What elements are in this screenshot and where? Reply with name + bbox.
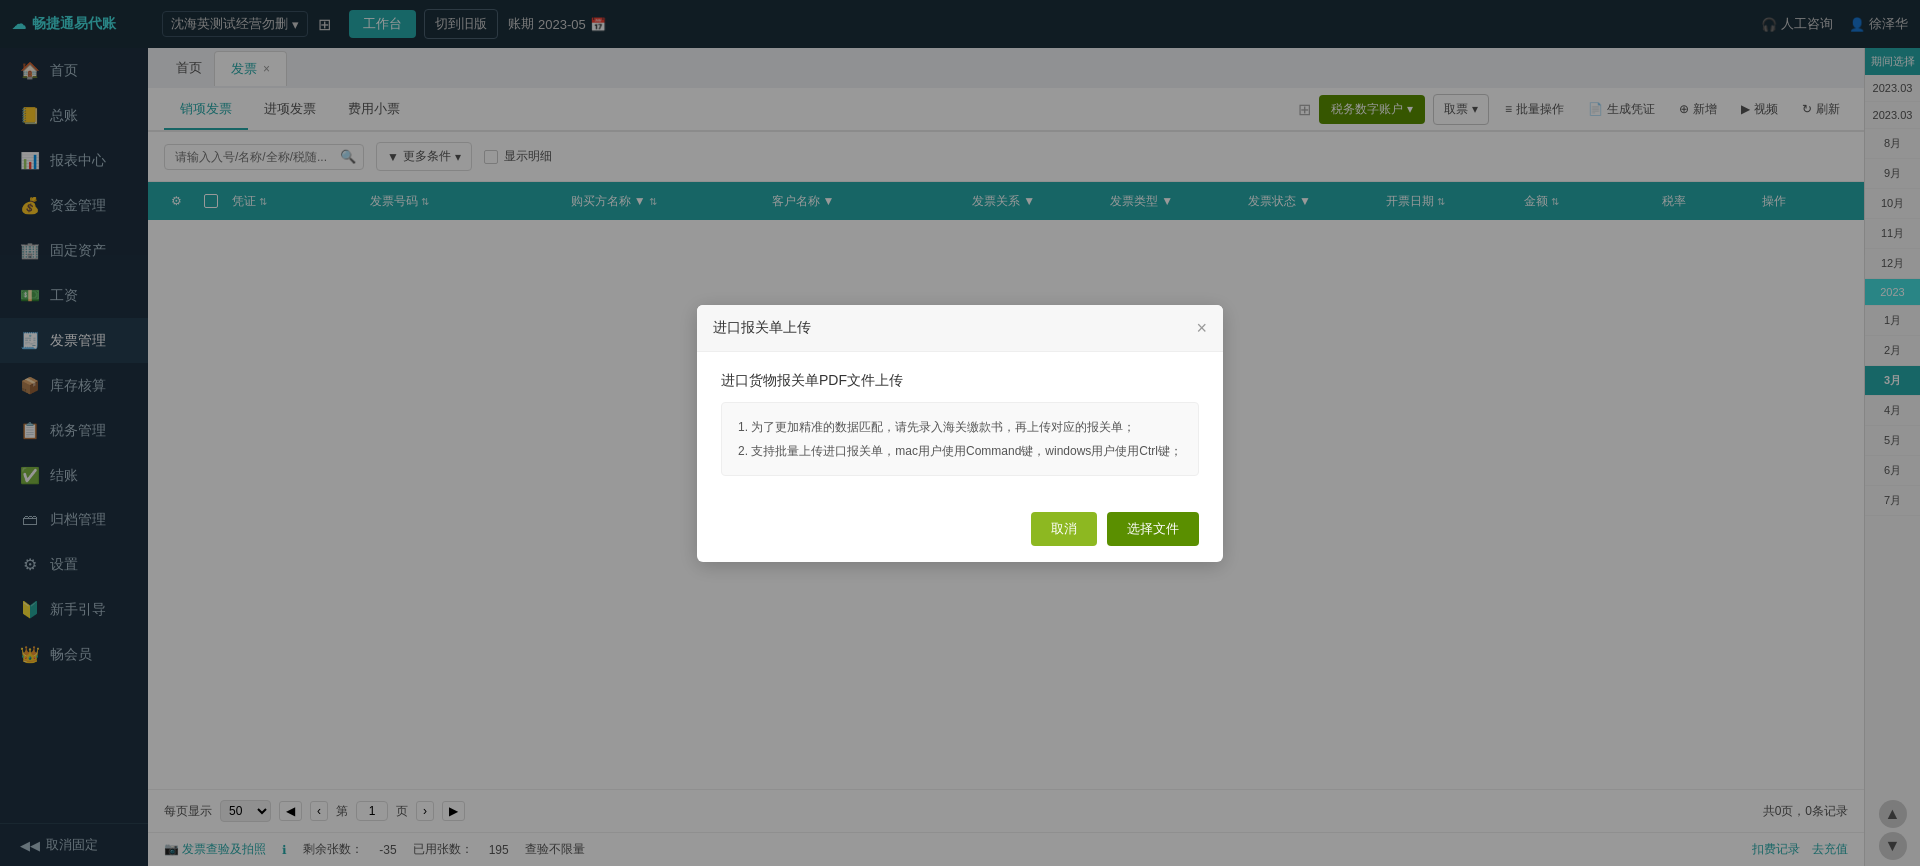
modal-close-button[interactable]: × bbox=[1197, 319, 1208, 337]
import-modal: 进口报关单上传 × 进口货物报关单PDF文件上传 1. 为了更加精准的数据匹配，… bbox=[697, 305, 1223, 562]
modal-select-file-button[interactable]: 选择文件 bbox=[1107, 512, 1199, 546]
modal-body: 进口货物报关单PDF文件上传 1. 为了更加精准的数据匹配，请先录入海关缴款书，… bbox=[697, 352, 1223, 496]
modal-footer: 取消 选择文件 bbox=[697, 496, 1223, 562]
modal-cancel-button[interactable]: 取消 bbox=[1031, 512, 1097, 546]
modal-upload-title: 进口货物报关单PDF文件上传 bbox=[721, 372, 1199, 390]
modal-instruction-2: 2. 支持批量上传进口报关单，mac用户使用Command键，windows用户… bbox=[738, 439, 1182, 463]
modal-instruction-1: 1. 为了更加精准的数据匹配，请先录入海关缴款书，再上传对应的报关单； bbox=[738, 415, 1182, 439]
modal-header: 进口报关单上传 × bbox=[697, 305, 1223, 352]
modal-info-box: 1. 为了更加精准的数据匹配，请先录入海关缴款书，再上传对应的报关单； 2. 支… bbox=[721, 402, 1199, 476]
modal-title: 进口报关单上传 bbox=[713, 319, 811, 337]
modal-overlay: 进口报关单上传 × 进口货物报关单PDF文件上传 1. 为了更加精准的数据匹配，… bbox=[0, 0, 1920, 866]
